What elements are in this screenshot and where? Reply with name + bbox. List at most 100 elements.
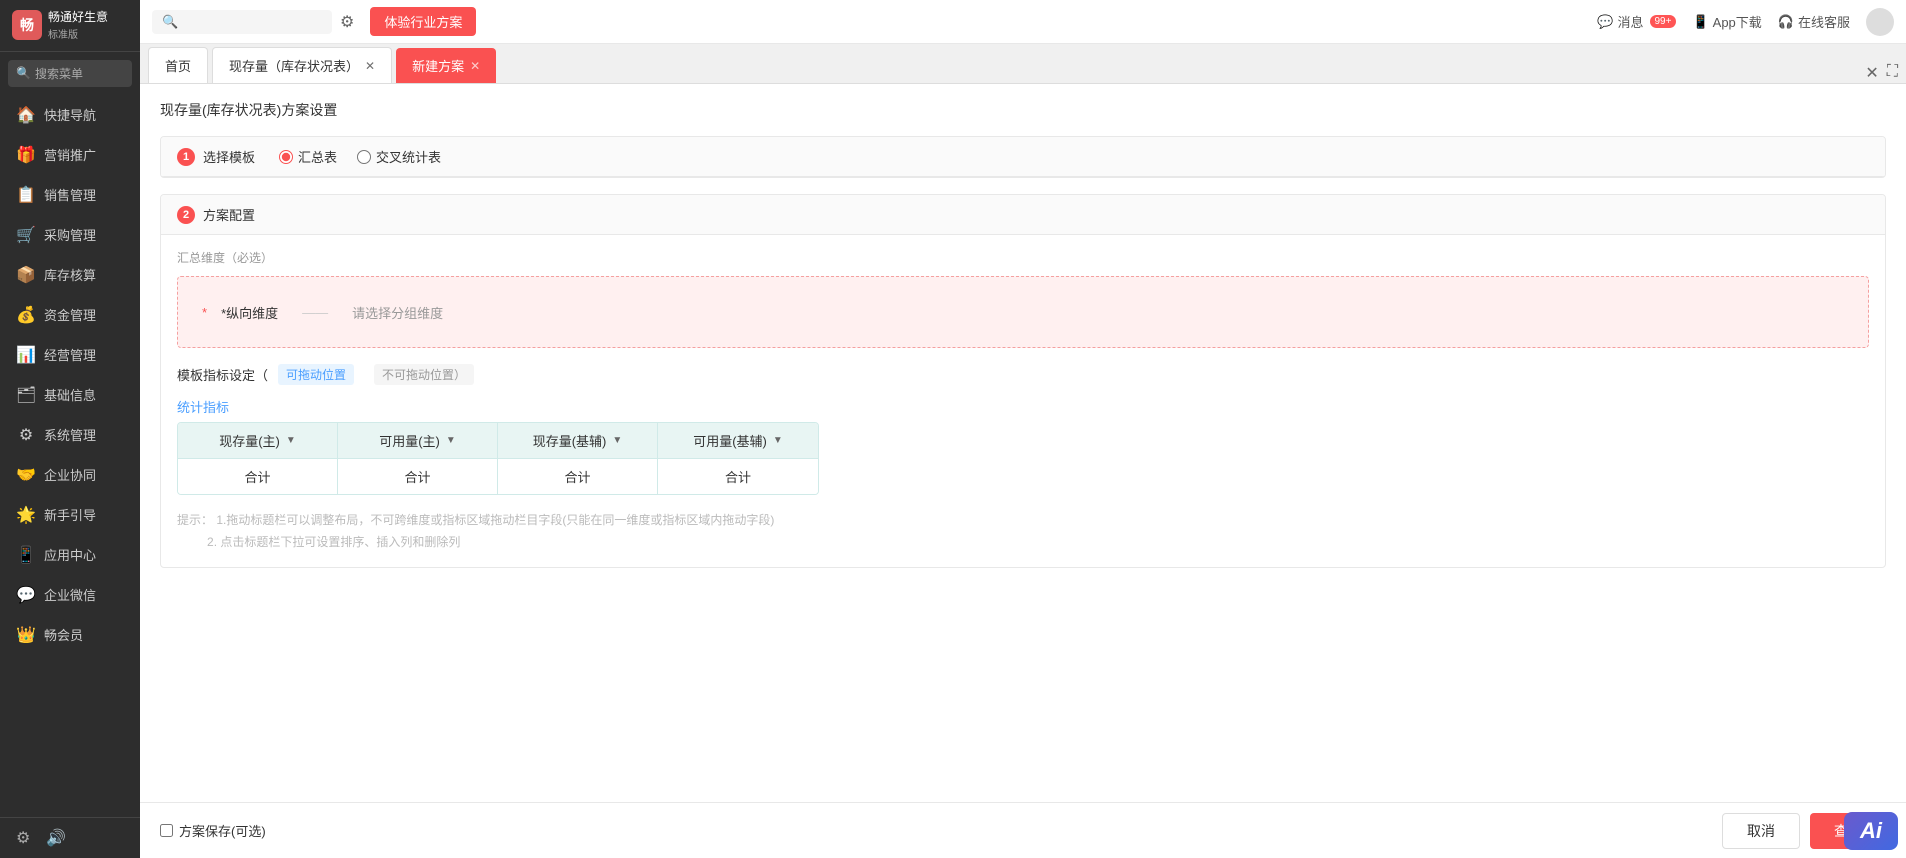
chart-icon: 📊 bbox=[16, 345, 36, 365]
sidebar-item-sales[interactable]: 📋 销售管理 bbox=[0, 175, 140, 215]
stats-section-title: 统计指标 bbox=[177, 397, 1869, 416]
col-header-0[interactable]: 现存量(主) ▼ bbox=[178, 423, 338, 458]
nav-label: 库存核算 bbox=[44, 265, 96, 284]
window-controls: ✕ ⛶ bbox=[1865, 63, 1898, 83]
sidebar-search[interactable]: 🔍 搜索菜单 bbox=[8, 60, 132, 87]
industry-solution-button[interactable]: 体验行业方案 bbox=[370, 7, 476, 36]
section2-body: 汇总维度（必选） * *纵向维度 —— 请选择分组维度 模板指标设定（ 可拖动位… bbox=[161, 235, 1885, 567]
sidebar-item-new-guide[interactable]: 🌟 新手引导 bbox=[0, 495, 140, 535]
save-plan-label: 方案保存(可选) bbox=[179, 821, 266, 840]
gear-icon: ⚙ bbox=[16, 425, 36, 445]
close-window-icon[interactable]: ✕ bbox=[1865, 63, 1878, 83]
topbar-search-input[interactable] bbox=[184, 15, 314, 29]
topbar-search-icon: 🔍 bbox=[162, 14, 178, 30]
required-star: * bbox=[202, 305, 207, 320]
col-header-1[interactable]: 可用量(主) ▼ bbox=[338, 423, 498, 458]
radio-summary-input[interactable] bbox=[279, 150, 293, 164]
sidebar-logo: 畅 畅通好生意 标准版 bbox=[0, 0, 140, 52]
tab-new-plan[interactable]: 新建方案 ✕ bbox=[396, 48, 496, 83]
radio-cross-input[interactable] bbox=[357, 150, 371, 164]
topbar-search-box[interactable]: 🔍 bbox=[152, 10, 332, 34]
col-header-2[interactable]: 现存量(基辅) ▼ bbox=[498, 423, 658, 458]
tip-0: 1.拖动标题栏可以调整布局，不可跨维度或指标区域拖动栏目字段(只能在同一维度或指… bbox=[216, 513, 774, 527]
search-label: 搜索菜单 bbox=[35, 65, 83, 82]
cart-icon: 🛒 bbox=[16, 225, 36, 245]
tab-home[interactable]: 首页 bbox=[148, 47, 208, 83]
nav-label: 销售管理 bbox=[44, 185, 96, 204]
expand-window-icon[interactable]: ⛶ bbox=[1887, 63, 1898, 83]
logo-icon: 畅 bbox=[12, 10, 42, 40]
sidebar-item-operations[interactable]: 📊 经营管理 bbox=[0, 335, 140, 375]
nav-label: 新手引导 bbox=[44, 505, 96, 524]
sidebar-item-cooperation[interactable]: 🤝 企业协同 bbox=[0, 455, 140, 495]
nav-label: 营销推广 bbox=[44, 145, 96, 164]
sidebar-item-system[interactable]: ⚙ 系统管理 bbox=[0, 415, 140, 455]
sidebar-item-marketing[interactable]: 🎁 营销推广 bbox=[0, 135, 140, 175]
dim-label-text: 汇总维度（必选） bbox=[177, 251, 273, 265]
col-header-3[interactable]: 可用量(基辅) ▼ bbox=[658, 423, 818, 458]
tab-home-label: 首页 bbox=[165, 56, 191, 75]
sidebar-item-wechat[interactable]: 💬 企业微信 bbox=[0, 575, 140, 615]
col-label-3: 可用量(基辅) bbox=[693, 431, 767, 450]
logo-text-block: 畅通好生意 标准版 bbox=[48, 10, 108, 41]
sidebar-footer: ⚙ 🔊 bbox=[0, 817, 140, 858]
stats-table-header: 现存量(主) ▼ 可用量(主) ▼ 现存量(基辅) ▼ 可用量(基辅) bbox=[178, 423, 818, 458]
radio-cross[interactable]: 交叉统计表 bbox=[357, 147, 441, 166]
tab-new-plan-close-icon[interactable]: ✕ bbox=[470, 59, 480, 73]
cell-2: 合计 bbox=[498, 459, 658, 494]
online-service-label: 在线客服 bbox=[1798, 12, 1850, 31]
section1-num: 1 bbox=[177, 148, 195, 166]
topbar-settings-icon[interactable]: ⚙ bbox=[340, 12, 354, 32]
main-content: 🔍 ⚙ 体验行业方案 💬 消息 99+ 📱 App下载 🎧 在线客服 首页 bbox=[140, 0, 1906, 858]
dim-pink-area[interactable]: * *纵向维度 —— 请选择分组维度 bbox=[177, 276, 1869, 348]
online-service-button[interactable]: 🎧 在线客服 bbox=[1778, 12, 1850, 31]
radio-summary-label: 汇总表 bbox=[298, 147, 337, 166]
sidebar-item-purchase[interactable]: 🛒 采购管理 bbox=[0, 215, 140, 255]
nav-label: 快捷导航 bbox=[44, 105, 96, 124]
ai-badge: Ai bbox=[1844, 812, 1898, 850]
indicator-settings: 模板指标设定（ 可拖动位置 不可拖动位置） bbox=[177, 364, 1869, 385]
home-icon: 🏠 bbox=[16, 105, 36, 125]
tips-area: 提示： 1.拖动标题栏可以调整布局，不可跨维度或指标区域拖动栏目字段(只能在同一… bbox=[177, 510, 1869, 553]
save-plan-checkbox-label[interactable]: 方案保存(可选) bbox=[160, 821, 266, 840]
section-plan-config: 2 方案配置 汇总维度（必选） * *纵向维度 —— 请选择分组维度 模板指标设… bbox=[160, 194, 1886, 568]
cell-3: 合计 bbox=[658, 459, 818, 494]
save-plan-checkbox[interactable] bbox=[160, 824, 173, 837]
tab-inventory-label: 现存量（库存状况表） bbox=[229, 56, 359, 75]
tab-inventory-close-icon[interactable]: ✕ bbox=[365, 59, 375, 73]
tips-label: 提示： 1.拖动标题栏可以调整布局，不可跨维度或指标区域拖动栏目字段(只能在同一… bbox=[177, 510, 1869, 532]
sidebar-item-quick-nav[interactable]: 🏠 快捷导航 bbox=[0, 95, 140, 135]
app-download-button[interactable]: 📱 App下载 bbox=[1692, 12, 1761, 31]
topbar-right: 💬 消息 99+ 📱 App下载 🎧 在线客服 bbox=[1597, 8, 1894, 36]
tab-new-plan-label: 新建方案 bbox=[412, 56, 464, 75]
search-icon: 🔍 bbox=[16, 66, 31, 80]
user-avatar[interactable] bbox=[1866, 8, 1894, 36]
tip-1-row: 2. 点击标题栏下拉可设置排序、插入列和删除列 bbox=[177, 532, 1869, 554]
cancel-button[interactable]: 取消 bbox=[1722, 813, 1800, 849]
stats-table-row: 合计 合计 合计 合计 bbox=[178, 458, 818, 494]
radio-summary[interactable]: 汇总表 bbox=[279, 147, 337, 166]
message-icon: 💬 bbox=[1597, 14, 1613, 30]
settings-footer-icon[interactable]: ⚙ bbox=[16, 828, 30, 848]
bottom-bar: 方案保存(可选) 取消 查询 bbox=[140, 802, 1906, 858]
sidebar-item-finance[interactable]: 💰 资金管理 bbox=[0, 295, 140, 335]
sidebar-item-member[interactable]: 👑 畅会员 bbox=[0, 615, 140, 655]
app-version: 标准版 bbox=[48, 26, 108, 41]
message-button[interactable]: 💬 消息 99+ bbox=[1597, 12, 1676, 31]
sidebar-item-basic-info[interactable]: 🗂 基础信息 bbox=[0, 375, 140, 415]
section-choose-template: 1 选择模板 汇总表 交叉统计表 bbox=[160, 136, 1886, 178]
service-icon: 🎧 bbox=[1778, 14, 1794, 30]
section2-num: 2 bbox=[177, 206, 195, 224]
tab-inventory-status[interactable]: 现存量（库存状况表） ✕ bbox=[212, 47, 392, 83]
sidebar-item-app-center[interactable]: 📱 应用中心 bbox=[0, 535, 140, 575]
col-label-1: 可用量(主) bbox=[379, 431, 440, 450]
tabbar: 首页 现存量（库存状况表） ✕ 新建方案 ✕ ✕ ⛶ bbox=[140, 44, 1906, 84]
nav-label: 经营管理 bbox=[44, 345, 96, 364]
col-label-0: 现存量(主) bbox=[219, 431, 280, 450]
sidebar-item-inventory[interactable]: 📦 库存核算 bbox=[0, 255, 140, 295]
star-icon: 🌟 bbox=[16, 505, 36, 525]
sound-footer-icon[interactable]: 🔊 bbox=[46, 828, 66, 848]
drag-badge: 可拖动位置 bbox=[278, 364, 354, 385]
stats-table: 现存量(主) ▼ 可用量(主) ▼ 现存量(基辅) ▼ 可用量(基辅) bbox=[177, 422, 819, 495]
template-radio-group: 汇总表 交叉统计表 bbox=[279, 147, 441, 166]
